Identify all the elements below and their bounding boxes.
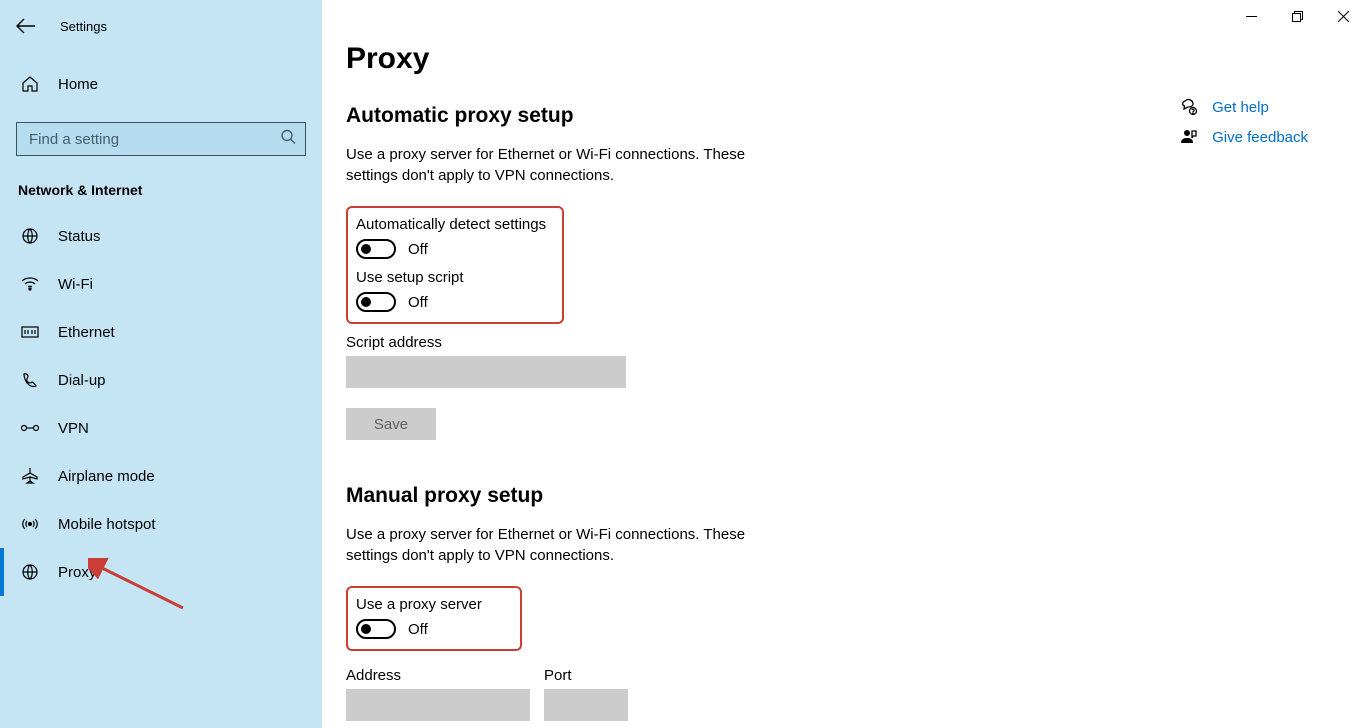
script-label: Use setup script (356, 269, 552, 286)
hotspot-icon (20, 514, 40, 534)
manual-section-desc: Use a proxy server for Ethernet or Wi-Fi… (346, 524, 766, 566)
manual-section-heading: Manual proxy setup (346, 484, 1334, 508)
get-help-link[interactable]: Get help (1180, 98, 1308, 116)
settings-title: Settings (60, 19, 107, 34)
feedback-text: Give feedback (1212, 129, 1308, 146)
wifi-icon (20, 274, 40, 294)
close-button[interactable] (1320, 0, 1366, 32)
main-content: Get help Give feedback Proxy Automatic p… (322, 0, 1366, 728)
sidebar-item-airplane[interactable]: Airplane mode (0, 452, 322, 500)
minimize-icon (1246, 11, 1257, 22)
airplane-icon (20, 466, 40, 486)
home-nav[interactable]: Home (0, 64, 322, 104)
highlight-manual-settings: Use a proxy server Off (346, 586, 522, 651)
sidebar-item-label: Proxy (58, 564, 96, 581)
detect-state: Off (408, 241, 428, 258)
get-help-text: Get help (1212, 99, 1269, 116)
home-icon (20, 74, 40, 94)
category-header: Network & Internet (0, 156, 322, 212)
detect-label: Automatically detect settings (356, 216, 552, 233)
use-proxy-state: Off (408, 621, 428, 638)
save-button: Save (346, 408, 436, 440)
feedback-link[interactable]: Give feedback (1180, 128, 1308, 146)
sidebar-item-vpn[interactable]: VPN (0, 404, 322, 452)
address-label: Address (346, 667, 530, 684)
detect-toggle[interactable] (356, 239, 396, 259)
address-port-row: Address Port (346, 661, 1334, 721)
sidebar-item-label: VPN (58, 420, 89, 437)
minimize-button[interactable] (1228, 0, 1274, 32)
arrow-left-icon (16, 18, 36, 34)
sidebar-item-hotspot[interactable]: Mobile hotspot (0, 500, 322, 548)
sidebar: Settings Home Network & Internet Status … (0, 0, 322, 728)
proxy-icon (20, 562, 40, 582)
sidebar-item-label: Ethernet (58, 324, 115, 341)
script-address-label: Script address (346, 334, 1334, 351)
sidebar-item-proxy[interactable]: Proxy (0, 548, 322, 596)
sidebar-item-dialup[interactable]: Dial-up (0, 356, 322, 404)
close-icon (1338, 11, 1349, 22)
script-address-input (346, 356, 626, 388)
address-input (346, 689, 530, 721)
back-button[interactable] (14, 14, 38, 38)
port-label: Port (544, 667, 628, 684)
search-wrapper (16, 122, 306, 156)
ethernet-icon (20, 322, 40, 342)
dialup-icon (20, 370, 40, 390)
maximize-button[interactable] (1274, 0, 1320, 32)
sidebar-item-label: Status (58, 228, 101, 245)
sidebar-item-status[interactable]: Status (0, 212, 322, 260)
page-title: Proxy (346, 42, 1334, 76)
nav-list: Status Wi-Fi Ethernet Dial-up VPN Airpla… (0, 212, 322, 596)
search-input[interactable] (16, 122, 306, 156)
home-label: Home (58, 76, 98, 93)
sidebar-item-label: Dial-up (58, 372, 106, 389)
highlight-auto-settings: Automatically detect settings Off Use se… (346, 206, 564, 324)
sidebar-item-ethernet[interactable]: Ethernet (0, 308, 322, 356)
help-panel: Get help Give feedback (1180, 98, 1308, 146)
use-proxy-toggle[interactable] (356, 619, 396, 639)
feedback-icon (1180, 128, 1198, 146)
title-bar: Settings (0, 8, 322, 44)
window-controls (1228, 0, 1366, 32)
search-icon (280, 129, 296, 150)
sidebar-item-wifi[interactable]: Wi-Fi (0, 260, 322, 308)
sidebar-item-label: Mobile hotspot (58, 516, 156, 533)
script-toggle[interactable] (356, 292, 396, 312)
sidebar-item-label: Wi-Fi (58, 276, 93, 293)
sidebar-item-label: Airplane mode (58, 468, 155, 485)
status-icon (20, 226, 40, 246)
port-input (544, 689, 628, 721)
use-proxy-label: Use a proxy server (356, 596, 510, 613)
maximize-icon (1292, 11, 1303, 22)
auto-section-desc: Use a proxy server for Ethernet or Wi-Fi… (346, 144, 766, 186)
script-state: Off (408, 294, 428, 311)
vpn-icon (20, 418, 40, 438)
help-icon (1180, 98, 1198, 116)
